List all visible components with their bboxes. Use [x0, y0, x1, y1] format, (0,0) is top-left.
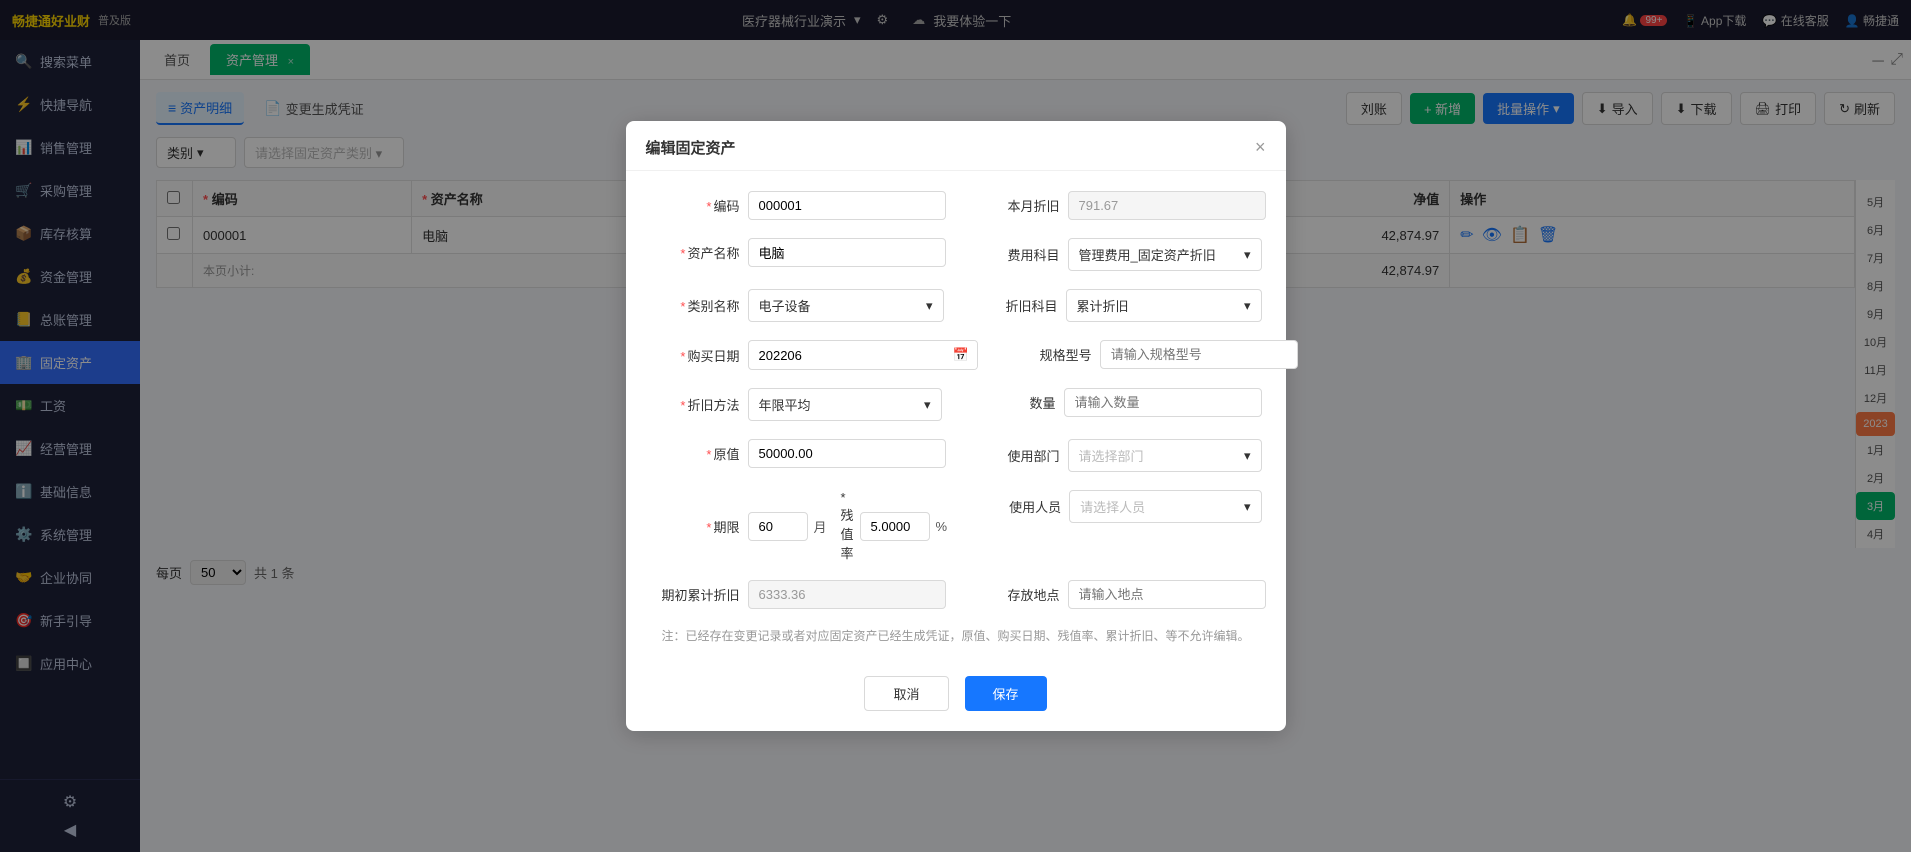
- dialog-header: 编辑固定资产 ×: [626, 121, 1286, 171]
- dialog-title: 编辑固定资产: [646, 137, 736, 158]
- code-input[interactable]: [748, 191, 946, 220]
- form-col-department: 使用部门 请选择部门 ▾: [970, 439, 1262, 472]
- department-dropdown-icon: ▾: [1244, 448, 1251, 464]
- dialog-close-btn[interactable]: ×: [1255, 137, 1266, 158]
- field-expense-category: 费用科目 管理费用_固定资产折旧 ▾: [970, 238, 1262, 271]
- spec-input[interactable]: [1100, 340, 1298, 369]
- cancel-button[interactable]: 取消: [864, 676, 948, 711]
- form-row-8: 期初累计折旧 存放地点: [650, 580, 1262, 609]
- form-col-purchase-date: *购买日期 📅: [650, 340, 978, 370]
- period-residual-group: 月 * 残值率 %: [748, 490, 948, 562]
- field-department: 使用部门 请选择部门 ▾: [970, 439, 1262, 472]
- purchase-date-input[interactable]: [749, 342, 945, 369]
- field-period-residual: *期限 月 * 残值率 %: [650, 490, 948, 562]
- form-col-code: *编码: [650, 191, 946, 220]
- edit-asset-dialog: 编辑固定资产 × *编码 本月折旧: [626, 121, 1286, 731]
- field-original-value: *原值: [650, 439, 946, 468]
- dep-dropdown-icon: ▾: [1244, 298, 1251, 314]
- form-col-category: *类别名称 电子设备 ▾: [650, 289, 944, 322]
- staff-dropdown-icon: ▾: [1244, 499, 1251, 515]
- form-col-initial-dep: 期初累计折旧: [650, 580, 946, 609]
- dialog-note: 注：已经存在变更记录或者对应固定资产已经生成凭证，原值、购买日期、残值率、累计折…: [650, 627, 1262, 644]
- dialog-body: *编码 本月折旧 *资产名称: [626, 171, 1286, 664]
- field-code: *编码: [650, 191, 946, 220]
- asset-name-input[interactable]: [748, 238, 946, 267]
- initial-dep-input: [748, 580, 946, 609]
- form-row-6: *原值 使用部门 请选择部门 ▾: [650, 439, 1262, 472]
- location-input[interactable]: [1068, 580, 1266, 609]
- form-row-5: *折旧方法 年限平均 ▾ 数量: [650, 388, 1262, 421]
- dialog-footer: 取消 保存: [626, 664, 1286, 731]
- quantity-input[interactable]: [1064, 388, 1262, 417]
- field-quantity: 数量: [966, 388, 1262, 417]
- expense-dropdown-icon: ▾: [1244, 247, 1251, 263]
- form-col-name: *资产名称: [650, 238, 946, 271]
- field-dep-category: 折旧科目 累计折旧 ▾: [968, 289, 1262, 322]
- form-col-period-residual: *期限 月 * 残值率 %: [650, 490, 948, 562]
- form-row-7: *期限 月 * 残值率 % 使用人员 请选择人: [650, 490, 1262, 562]
- original-value-input[interactable]: [748, 439, 946, 468]
- calendar-icon[interactable]: 📅: [945, 341, 977, 369]
- field-location: 存放地点: [970, 580, 1266, 609]
- field-dep-method: *折旧方法 年限平均 ▾: [650, 388, 942, 421]
- field-purchase-date: *购买日期 📅: [650, 340, 978, 370]
- department-select[interactable]: 请选择部门 ▾: [1068, 439, 1262, 472]
- form-col-dep-method: *折旧方法 年限平均 ▾: [650, 388, 942, 421]
- form-row-4: *购买日期 📅 规格型号: [650, 340, 1262, 370]
- form-col-quantity: 数量: [966, 388, 1262, 421]
- monthly-dep-input: [1068, 191, 1266, 220]
- form-col-original-value: *原值: [650, 439, 946, 472]
- field-staff: 使用人员 请选择人员 ▾: [971, 490, 1261, 523]
- dep-method-dropdown-icon: ▾: [924, 397, 931, 413]
- form-col-expense: 费用科目 管理费用_固定资产折旧 ▾: [970, 238, 1262, 271]
- field-asset-name: *资产名称: [650, 238, 946, 267]
- form-col-dep-category: 折旧科目 累计折旧 ▾: [968, 289, 1262, 322]
- form-col-monthly-dep: 本月折旧: [970, 191, 1266, 220]
- field-category: *类别名称 电子设备 ▾: [650, 289, 944, 322]
- staff-select[interactable]: 请选择人员 ▾: [1069, 490, 1261, 523]
- dep-method-select[interactable]: 年限平均 ▾: [748, 388, 942, 421]
- form-col-location: 存放地点: [970, 580, 1266, 609]
- category-dropdown-icon: ▾: [926, 298, 933, 314]
- field-initial-dep: 期初累计折旧: [650, 580, 946, 609]
- category-select[interactable]: 电子设备 ▾: [748, 289, 944, 322]
- expense-category-select[interactable]: 管理费用_固定资产折旧 ▾: [1068, 238, 1262, 271]
- period-input[interactable]: [748, 512, 808, 541]
- form-col-spec: 规格型号: [1002, 340, 1298, 370]
- form-row-3: *类别名称 电子设备 ▾ 折旧科目 累计折旧 ▾: [650, 289, 1262, 322]
- field-spec: 规格型号: [1002, 340, 1298, 369]
- modal-overlay: 编辑固定资产 × *编码 本月折旧: [0, 0, 1911, 852]
- dep-category-select[interactable]: 累计折旧 ▾: [1066, 289, 1262, 322]
- field-monthly-dep: 本月折旧: [970, 191, 1266, 220]
- residual-rate-input[interactable]: [860, 512, 930, 541]
- form-row-2: *资产名称 费用科目 管理费用_固定资产折旧 ▾: [650, 238, 1262, 271]
- form-row-1: *编码 本月折旧: [650, 191, 1262, 220]
- form-col-staff: 使用人员 请选择人员 ▾: [971, 490, 1261, 562]
- save-button[interactable]: 保存: [965, 676, 1047, 711]
